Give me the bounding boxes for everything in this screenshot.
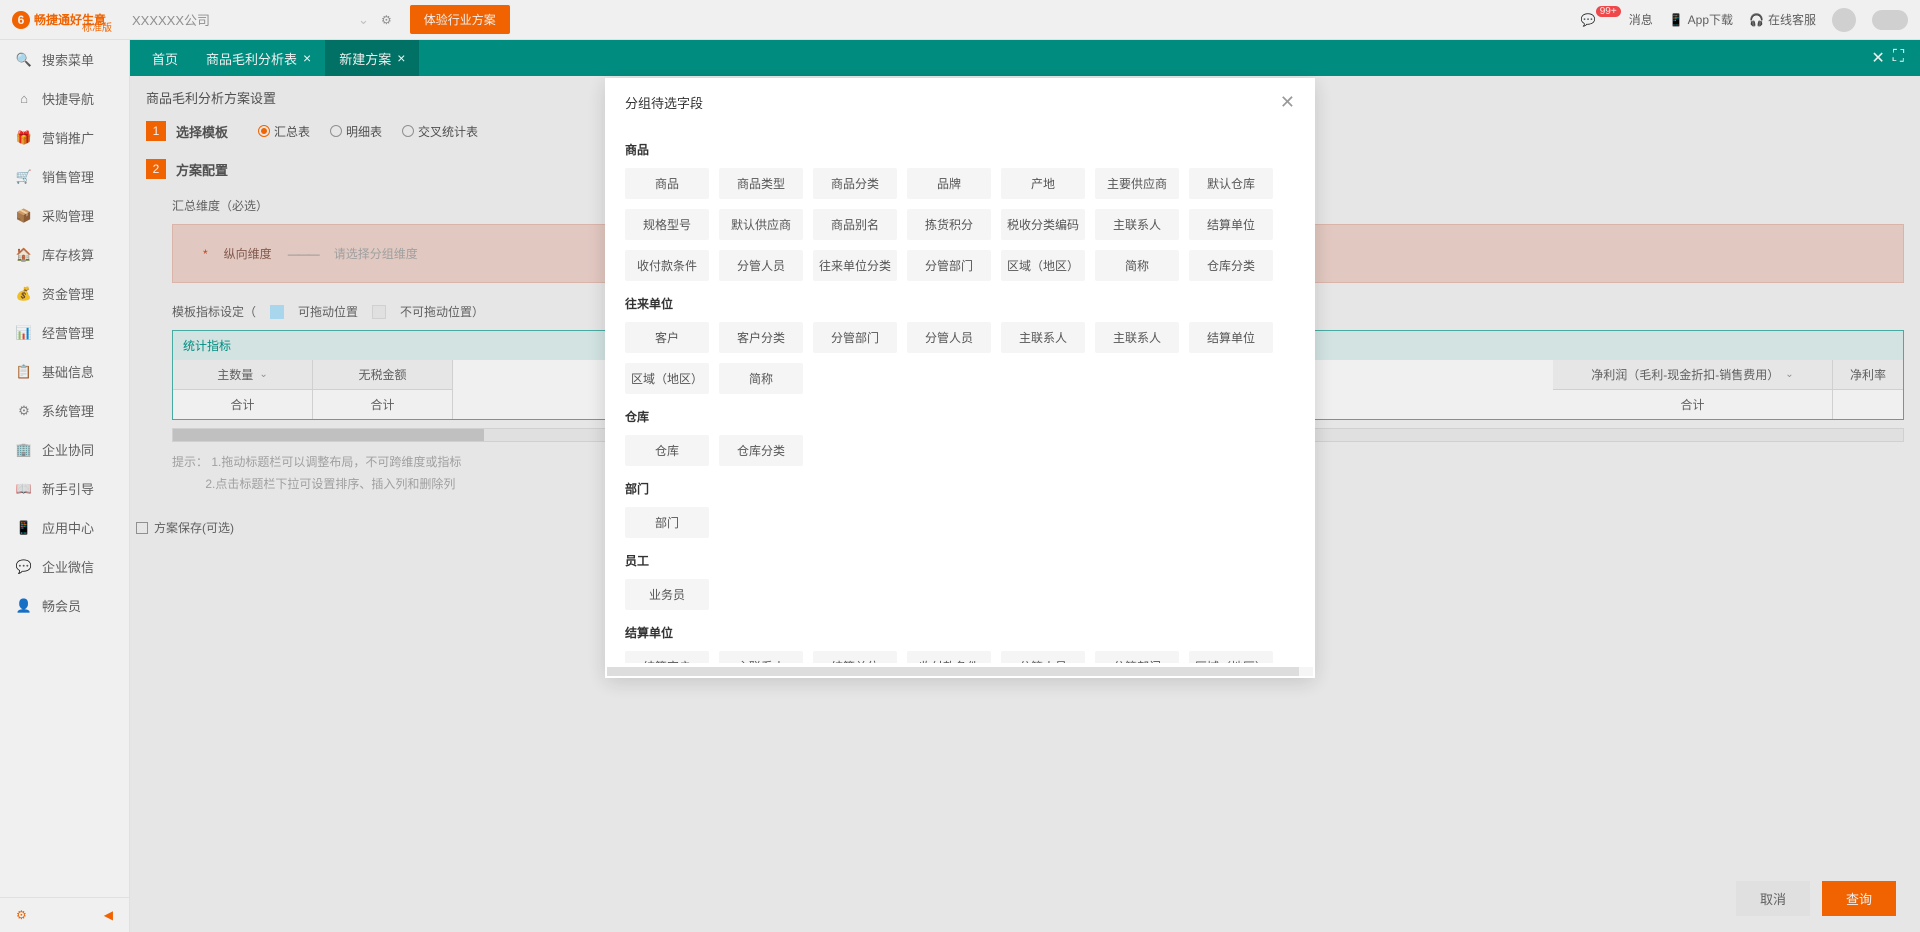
field-group-结算单位: 结算单位结算客户主联系人结算单位收付款条件分管人员分管部门区域（地区）简称 — [625, 624, 1295, 663]
field-chip[interactable]: 默认供应商 — [719, 209, 803, 240]
field-chip[interactable]: 分管部门 — [907, 250, 991, 281]
field-chip[interactable]: 简称 — [1095, 250, 1179, 281]
field-chip[interactable]: 仓库分类 — [1189, 250, 1273, 281]
modal-body: 商品商品商品类型商品分类品牌产地主要供应商默认仓库规格型号默认供应商商品别名拣货… — [605, 127, 1315, 663]
field-group-部门: 部门部门 — [625, 480, 1295, 538]
field-chips: 部门 — [625, 507, 1295, 538]
field-group-往来单位: 往来单位客户客户分类分管部门分管人员主联系人主联系人结算单位区域（地区）简称 — [625, 295, 1295, 394]
field-chip[interactable]: 区域（地区） — [625, 363, 709, 394]
field-chips: 商品商品类型商品分类品牌产地主要供应商默认仓库规格型号默认供应商商品别名拣货积分… — [625, 168, 1295, 281]
field-chip[interactable]: 收付款条件 — [907, 651, 991, 663]
field-chip[interactable]: 区域（地区） — [1001, 250, 1085, 281]
field-chip[interactable]: 部门 — [625, 507, 709, 538]
field-chip[interactable]: 主要供应商 — [1095, 168, 1179, 199]
field-group-title: 商品 — [625, 141, 1295, 158]
field-chip[interactable]: 产地 — [1001, 168, 1085, 199]
field-chip[interactable]: 结算客户 — [625, 651, 709, 663]
field-chip[interactable]: 规格型号 — [625, 209, 709, 240]
field-chip[interactable]: 分管部门 — [1095, 651, 1179, 663]
field-chip[interactable]: 商品别名 — [813, 209, 897, 240]
modal-overlay: 分组待选字段 ✕ 商品商品商品类型商品分类品牌产地主要供应商默认仓库规格型号默认… — [0, 0, 1920, 932]
field-chips: 仓库仓库分类 — [625, 435, 1295, 466]
modal-header: 分组待选字段 ✕ — [605, 78, 1315, 127]
field-chip[interactable]: 主联系人 — [1001, 322, 1085, 353]
field-group-title: 部门 — [625, 480, 1295, 497]
field-chip[interactable]: 品牌 — [907, 168, 991, 199]
field-group-仓库: 仓库仓库仓库分类 — [625, 408, 1295, 466]
field-chip[interactable]: 往来单位分类 — [813, 250, 897, 281]
field-chip[interactable]: 结算单位 — [1189, 322, 1273, 353]
field-chip[interactable]: 仓库分类 — [719, 435, 803, 466]
field-chip[interactable]: 商品 — [625, 168, 709, 199]
field-chip[interactable]: 结算单位 — [1189, 209, 1273, 240]
close-icon[interactable]: ✕ — [1280, 92, 1295, 113]
field-chips: 结算客户主联系人结算单位收付款条件分管人员分管部门区域（地区）简称 — [625, 651, 1295, 663]
field-chip[interactable]: 仓库 — [625, 435, 709, 466]
field-chip[interactable]: 默认仓库 — [1189, 168, 1273, 199]
field-chip[interactable]: 商品类型 — [719, 168, 803, 199]
field-chip[interactable]: 主联系人 — [1095, 322, 1179, 353]
modal-title: 分组待选字段 — [625, 93, 703, 112]
field-chip[interactable]: 拣货积分 — [907, 209, 991, 240]
field-group-title: 员工 — [625, 552, 1295, 569]
field-chips: 客户客户分类分管部门分管人员主联系人主联系人结算单位区域（地区）简称 — [625, 322, 1295, 394]
field-group-title: 往来单位 — [625, 295, 1295, 312]
field-chip[interactable]: 业务员 — [625, 579, 709, 610]
field-chip[interactable]: 区域（地区） — [1189, 651, 1273, 663]
field-chip[interactable]: 分管人员 — [907, 322, 991, 353]
field-chip[interactable]: 客户 — [625, 322, 709, 353]
field-group-title: 仓库 — [625, 408, 1295, 425]
field-chip[interactable]: 主联系人 — [719, 651, 803, 663]
field-chip[interactable]: 税收分类编码 — [1001, 209, 1085, 240]
field-selector-modal: 分组待选字段 ✕ 商品商品商品类型商品分类品牌产地主要供应商默认仓库规格型号默认… — [605, 78, 1315, 678]
field-chip[interactable]: 分管部门 — [813, 322, 897, 353]
field-chip[interactable]: 结算单位 — [813, 651, 897, 663]
field-chip[interactable]: 分管人员 — [1001, 651, 1085, 663]
field-chip[interactable]: 收付款条件 — [625, 250, 709, 281]
field-chip[interactable]: 客户分类 — [719, 322, 803, 353]
modal-horizontal-scrollbar[interactable] — [607, 667, 1313, 676]
field-group-员工: 员工业务员 — [625, 552, 1295, 610]
field-group-商品: 商品商品商品类型商品分类品牌产地主要供应商默认仓库规格型号默认供应商商品别名拣货… — [625, 141, 1295, 281]
field-group-title: 结算单位 — [625, 624, 1295, 641]
field-chip[interactable]: 简称 — [719, 363, 803, 394]
field-chip[interactable]: 商品分类 — [813, 168, 897, 199]
field-chips: 业务员 — [625, 579, 1295, 610]
field-chip[interactable]: 主联系人 — [1095, 209, 1179, 240]
field-chip[interactable]: 分管人员 — [719, 250, 803, 281]
